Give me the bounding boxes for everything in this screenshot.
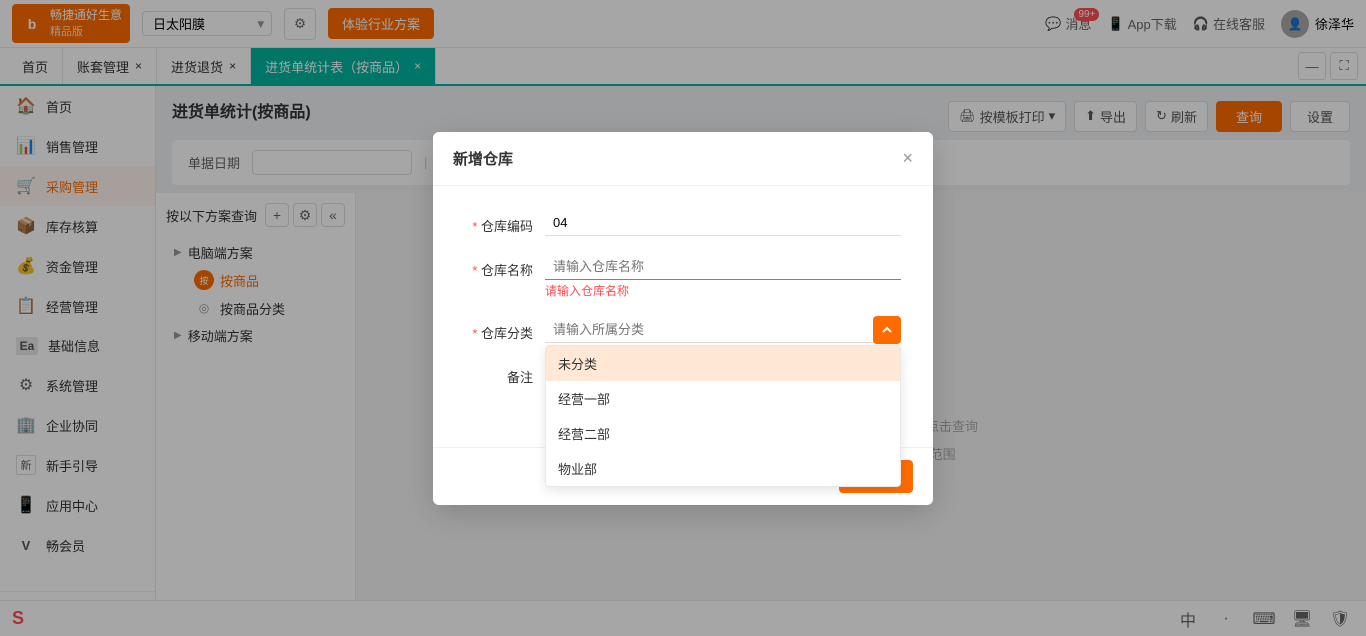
category-dropdown-btn[interactable]	[873, 316, 901, 344]
dialog-close-btn[interactable]: ×	[902, 149, 913, 167]
name-input[interactable]	[545, 254, 901, 280]
add-warehouse-dialog: 新增仓库 × 仓库编码 仓库名称 请输入仓库名称 仓库分类	[433, 132, 933, 505]
dropdown-item-dept3[interactable]: 物业部	[546, 451, 900, 486]
category-dropdown-list: 未分类 经营一部 经营二部 物业部	[545, 345, 901, 487]
code-control	[545, 210, 901, 236]
name-label: 仓库名称	[465, 254, 545, 279]
code-row: 仓库编码	[465, 210, 901, 236]
dropdown-item-dept2[interactable]: 经营二部	[546, 416, 900, 451]
category-input[interactable]	[545, 317, 901, 343]
modal-overlay[interactable]: 新增仓库 × 仓库编码 仓库名称 请输入仓库名称 仓库分类	[0, 0, 1366, 636]
name-row: 仓库名称 请输入仓库名称	[465, 254, 901, 299]
name-control: 请输入仓库名称	[545, 254, 901, 299]
remark-label: 备注	[465, 361, 545, 386]
dialog-body: 仓库编码 仓库名称 请输入仓库名称 仓库分类	[433, 186, 933, 447]
dropdown-item-dept1[interactable]: 经营一部	[546, 381, 900, 416]
dropdown-item-none[interactable]: 未分类	[546, 346, 900, 381]
dialog-header: 新增仓库 ×	[433, 132, 933, 186]
code-label: 仓库编码	[465, 210, 545, 235]
category-control: 未分类 经营一部 经营二部 物业部	[545, 317, 901, 343]
category-label: 仓库分类	[465, 317, 545, 342]
category-row: 仓库分类 未分类 经营一部 经营二部 物业部	[465, 317, 901, 343]
code-input[interactable]	[545, 210, 901, 236]
name-error-msg: 请输入仓库名称	[545, 282, 901, 299]
dialog-title: 新增仓库	[453, 148, 513, 169]
